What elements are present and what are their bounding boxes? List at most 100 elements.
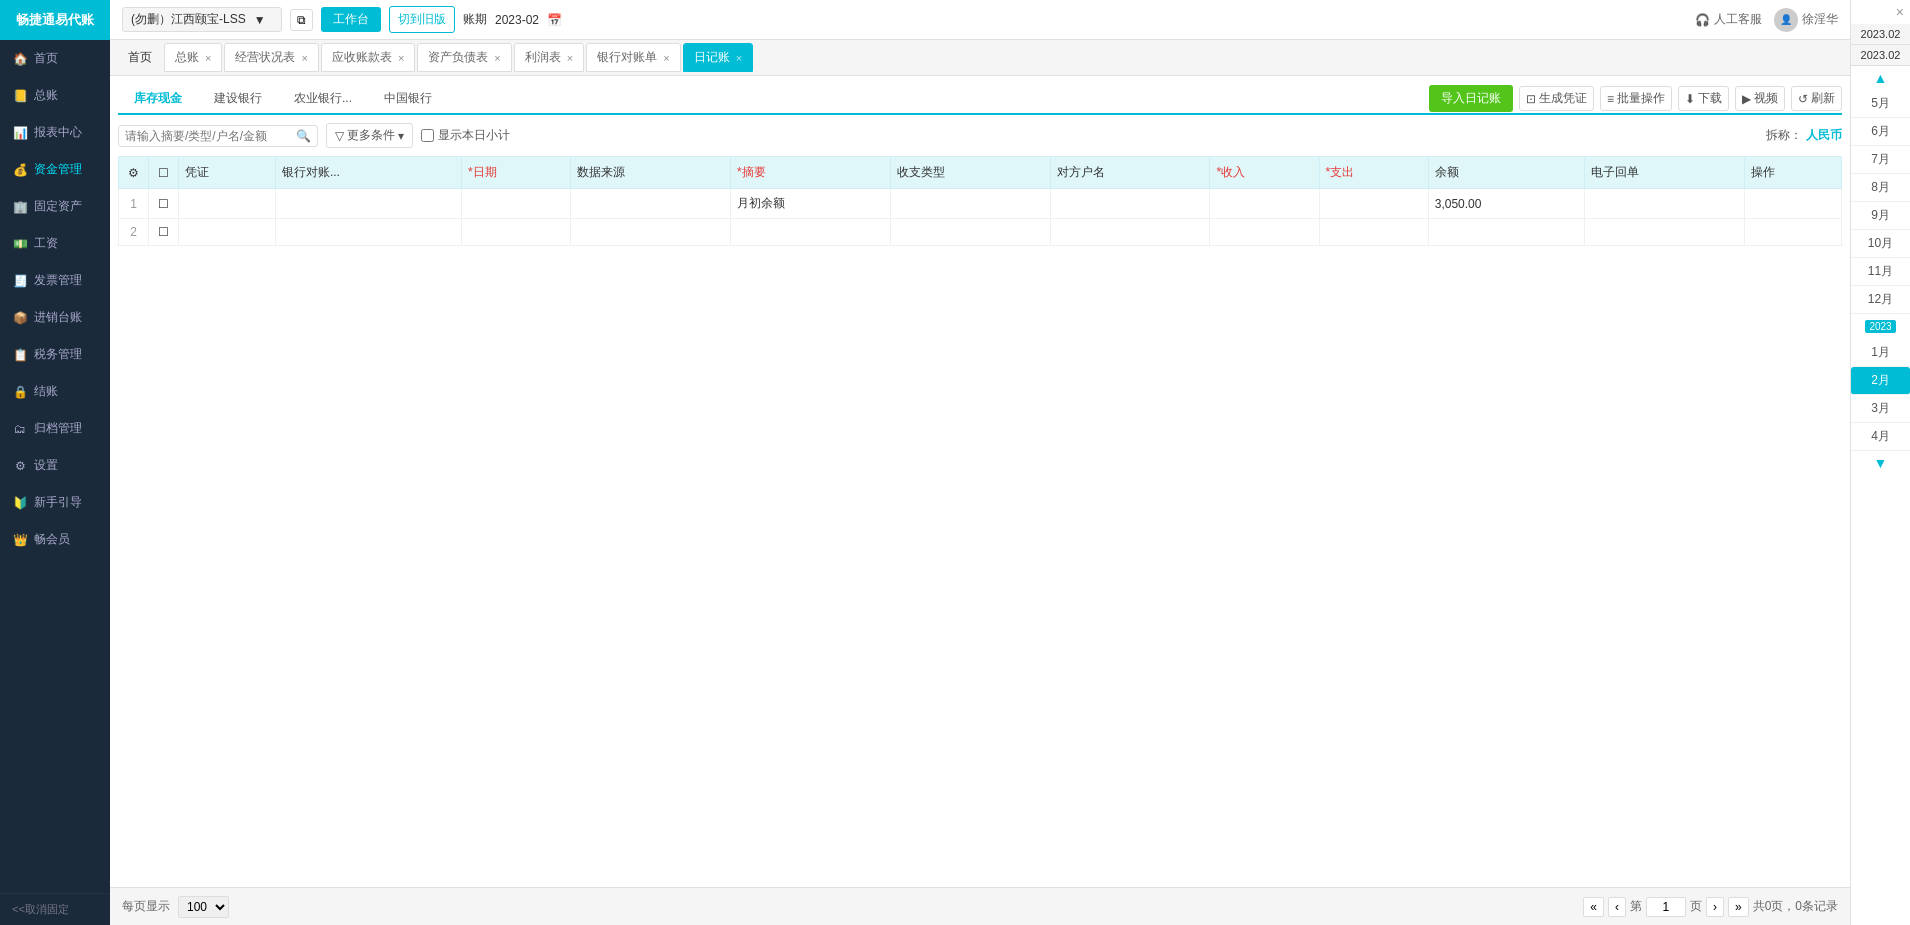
- tab-ledger[interactable]: 总账 ×: [164, 43, 222, 72]
- calendar-icon[interactable]: 📅: [547, 13, 562, 27]
- download-button[interactable]: ⬇ 下载: [1678, 86, 1729, 111]
- service-button[interactable]: 🎧 人工客服: [1695, 11, 1762, 28]
- batch-operation-button[interactable]: ≡ 批量操作: [1600, 86, 1672, 111]
- refresh-button[interactable]: ↺ 刷新: [1791, 86, 1842, 111]
- cal-month-12[interactable]: 12月: [1851, 286, 1910, 314]
- sidebar-item-archive[interactable]: 🗂 归档管理: [0, 410, 110, 447]
- calendar-close-button[interactable]: ×: [1896, 4, 1904, 20]
- sidebar-item-guide[interactable]: 🔰 新手引导: [0, 484, 110, 521]
- cal-month-10[interactable]: 10月: [1851, 230, 1910, 258]
- sidebar-item-closing[interactable]: 🔒 结账: [0, 373, 110, 410]
- cal-month-5[interactable]: 5月: [1851, 90, 1910, 118]
- row-2-bank: [275, 219, 461, 246]
- search-input[interactable]: [125, 129, 292, 143]
- row-2-num: 2: [119, 219, 149, 246]
- cal-scroll-up[interactable]: ▲: [1851, 66, 1910, 90]
- next-page-button[interactable]: ›: [1706, 897, 1724, 917]
- copy-button[interactable]: ⧉: [290, 9, 313, 31]
- import-journal-button[interactable]: 导入日记账: [1429, 85, 1513, 112]
- sidebar-label-fund: 资金管理: [34, 161, 82, 178]
- first-page-button[interactable]: «: [1583, 897, 1604, 917]
- sidebar-item-salary[interactable]: 💵 工资: [0, 225, 110, 262]
- sidebar-item-invoice[interactable]: 🧾 发票管理: [0, 262, 110, 299]
- tab-ledger-close[interactable]: ×: [205, 52, 211, 64]
- table-row: 1 ☐ 月初余额 3,050.00: [119, 189, 1842, 219]
- cal-month-6[interactable]: 6月: [1851, 118, 1910, 146]
- tab-assets[interactable]: 资产负债表 ×: [417, 43, 511, 72]
- sidebar-item-report[interactable]: 📊 报表中心: [0, 114, 110, 151]
- cal-month-4[interactable]: 4月: [1851, 423, 1910, 451]
- row-2-check[interactable]: ☐: [149, 219, 179, 246]
- sidebar-item-tax[interactable]: 📋 税务管理: [0, 336, 110, 373]
- sidebar-item-member[interactable]: 👑 畅会员: [0, 521, 110, 558]
- filter-icon: ▽: [335, 129, 344, 143]
- tab-bank-close[interactable]: ×: [663, 52, 669, 64]
- sub-tab-ccb[interactable]: 建设银行: [198, 84, 278, 115]
- topbar-right: 🎧 人工客服 👤 徐淫华: [1695, 8, 1838, 32]
- sub-tab-cash[interactable]: 库存现金: [118, 84, 198, 115]
- col-settings[interactable]: ⚙: [119, 157, 149, 189]
- show-subtotal-checkbox[interactable]: [421, 129, 434, 142]
- last-page-button[interactable]: »: [1728, 897, 1749, 917]
- tab-receivable[interactable]: 应收账款表 ×: [321, 43, 415, 72]
- sidebar-item-fund[interactable]: 💰 资金管理: [0, 151, 110, 188]
- tab-assets-label: 资产负债表: [428, 49, 488, 66]
- tab-profit-close[interactable]: ×: [567, 52, 573, 64]
- page-prefix: 第: [1630, 898, 1642, 915]
- tab-home[interactable]: 首页: [118, 44, 162, 71]
- tab-status[interactable]: 经营状况表 ×: [224, 43, 318, 72]
- toolbar: 🔍 ▽ 更多条件 ▾ 显示本日小计 拆称： 人民币: [118, 123, 1842, 148]
- cal-month-11[interactable]: 11月: [1851, 258, 1910, 286]
- tab-bank[interactable]: 银行对账单 ×: [586, 43, 680, 72]
- unpin-button[interactable]: <<取消固定: [0, 893, 110, 925]
- filter-button[interactable]: ▽ 更多条件 ▾: [326, 123, 413, 148]
- switch-version-button[interactable]: 切到旧版: [389, 6, 455, 33]
- currency-label: 拆称：: [1766, 127, 1802, 144]
- search-icon[interactable]: 🔍: [296, 129, 311, 143]
- row-1-operate: [1745, 189, 1842, 219]
- total-records: 共0页，0条记录: [1753, 898, 1838, 915]
- generate-voucher-button[interactable]: ⊡ 生成凭证: [1519, 86, 1594, 111]
- sub-tab-bar: 库存现金 建设银行 农业银行... 中国银行 导入日记账 ⊡ 生成凭证 ≡ 批量…: [118, 84, 1842, 115]
- sidebar-item-settings[interactable]: ⚙ 设置: [0, 447, 110, 484]
- per-page-select[interactable]: 100: [178, 896, 229, 918]
- sub-tab-boc[interactable]: 中国银行: [368, 84, 448, 115]
- cal-month-9[interactable]: 9月: [1851, 202, 1910, 230]
- cal-month-1[interactable]: 1月: [1851, 339, 1910, 367]
- show-subtotal-label[interactable]: 显示本日小计: [421, 127, 510, 144]
- row-2-voucher: [179, 219, 276, 246]
- user-button[interactable]: 👤 徐淫华: [1774, 8, 1838, 32]
- tab-journal-close[interactable]: ×: [736, 52, 742, 64]
- headset-icon: 🎧: [1695, 13, 1710, 27]
- cal-month-8[interactable]: 8月: [1851, 174, 1910, 202]
- sidebar-item-ledger[interactable]: 📒 总账: [0, 77, 110, 114]
- workbench-button[interactable]: 工作台: [321, 7, 381, 32]
- tab-assets-close[interactable]: ×: [494, 52, 500, 64]
- sidebar-label-invoice: 发票管理: [34, 272, 82, 289]
- col-expense: *支出: [1319, 157, 1428, 189]
- company-selector[interactable]: (勿删）江西颐宝-LSS ▼: [122, 7, 282, 32]
- row-1-check[interactable]: ☐: [149, 189, 179, 219]
- col-check[interactable]: ☐: [149, 157, 179, 189]
- cal-month-3[interactable]: 3月: [1851, 395, 1910, 423]
- sidebar-label-asset: 固定资产: [34, 198, 82, 215]
- row-2-counterpart: [1050, 219, 1210, 246]
- tab-receivable-close[interactable]: ×: [398, 52, 404, 64]
- cal-month-2[interactable]: 2月: [1851, 367, 1910, 395]
- page-number-input[interactable]: [1646, 897, 1686, 917]
- sidebar-item-asset[interactable]: 🏢 固定资产: [0, 188, 110, 225]
- tab-profit[interactable]: 利润表 ×: [514, 43, 584, 72]
- sidebar-item-home[interactable]: 🏠 首页: [0, 40, 110, 77]
- row-1-bank: [275, 189, 461, 219]
- cal-scroll-down[interactable]: ▼: [1851, 451, 1910, 475]
- sub-tab-abc[interactable]: 农业银行...: [278, 84, 368, 115]
- sidebar-item-sales[interactable]: 📦 进销台账: [0, 299, 110, 336]
- video-button[interactable]: ▶ 视频: [1735, 86, 1785, 111]
- cal-month-7[interactable]: 7月: [1851, 146, 1910, 174]
- currency-value[interactable]: 人民币: [1806, 127, 1842, 144]
- prev-page-button[interactable]: ‹: [1608, 897, 1626, 917]
- tab-journal[interactable]: 日记账 ×: [683, 43, 753, 72]
- row-1-balance: 3,050.00: [1428, 189, 1584, 219]
- sidebar-label-closing: 结账: [34, 383, 58, 400]
- tab-status-close[interactable]: ×: [301, 52, 307, 64]
